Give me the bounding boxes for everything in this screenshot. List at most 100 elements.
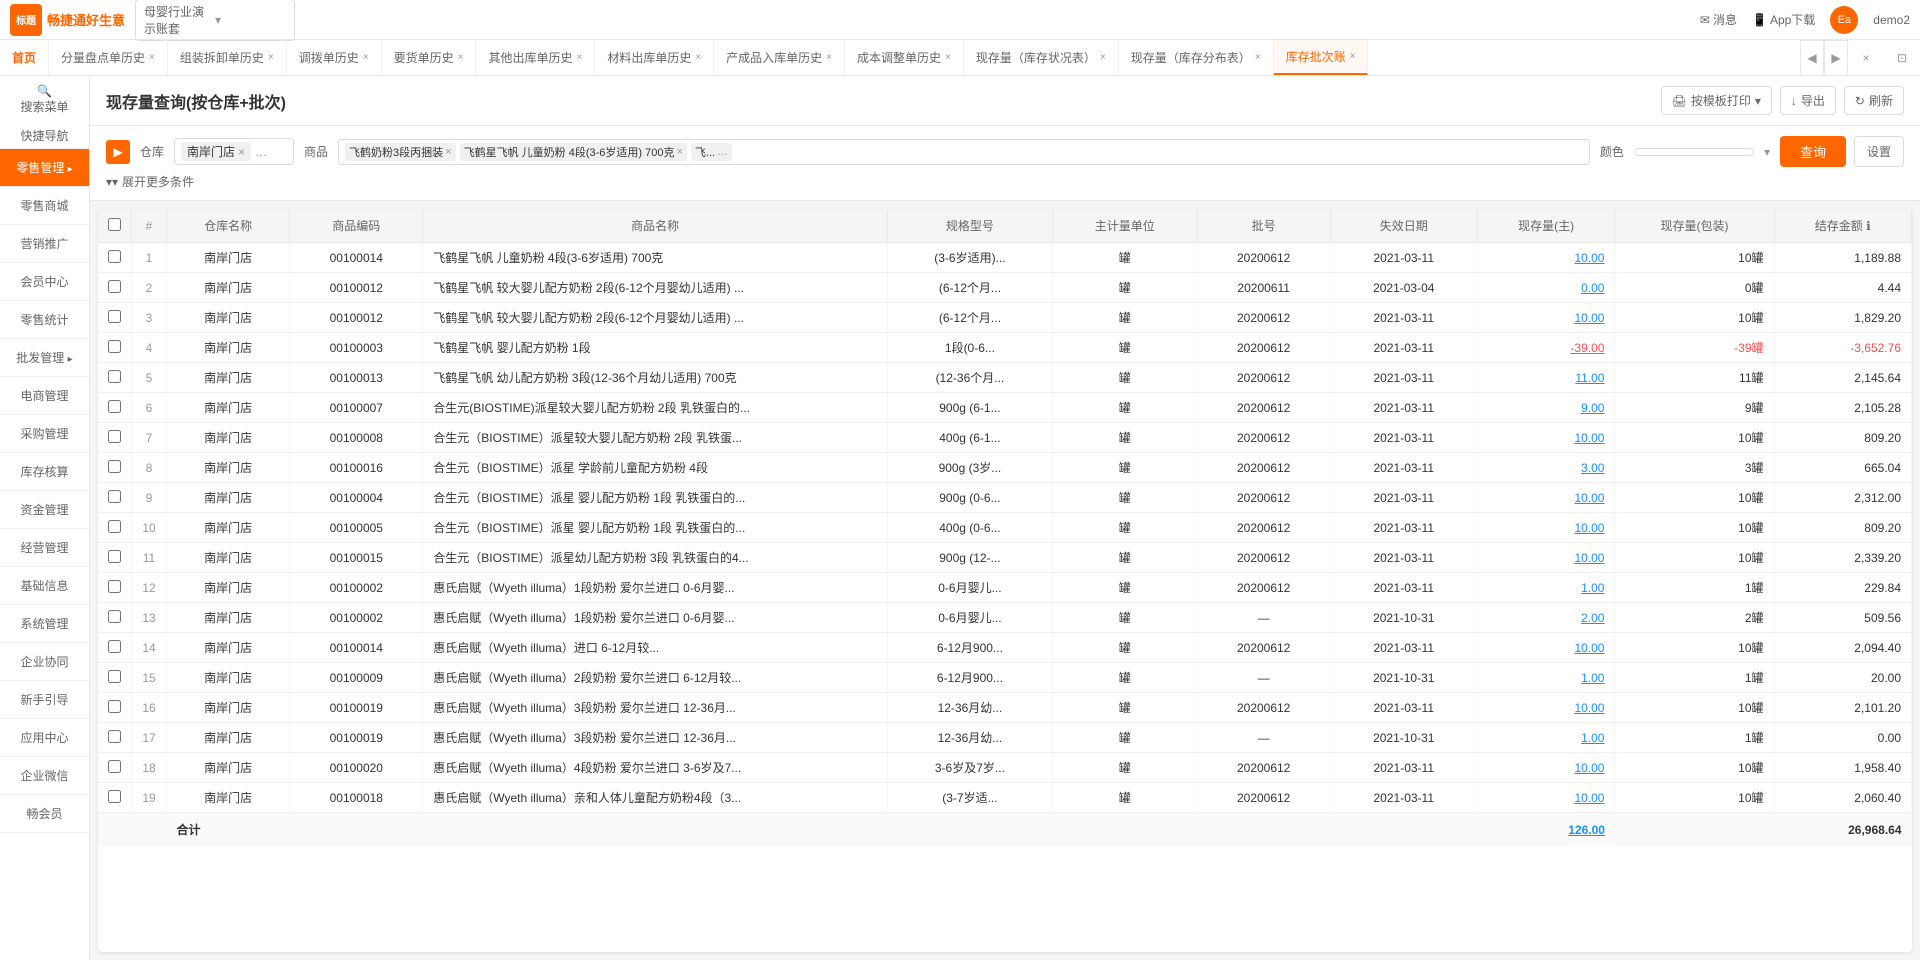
- nav-next-icon[interactable]: ▶: [1824, 40, 1848, 76]
- sidebar-item-retail-shop[interactable]: 零售商城: [0, 187, 89, 225]
- user-avatar[interactable]: Ea: [1830, 6, 1858, 34]
- tab-qitachuku[interactable]: 其他出库单历史 ×: [476, 40, 595, 75]
- setting-button[interactable]: 设置: [1854, 136, 1904, 167]
- row-checkbox[interactable]: [98, 573, 132, 603]
- row-qty-main[interactable]: 11.00: [1477, 363, 1615, 393]
- messages-btn[interactable]: ✉ 消息: [1700, 11, 1737, 28]
- row-checkbox[interactable]: [98, 693, 132, 723]
- template-print-button[interactable]: 🖨 按模板打印 ▾: [1661, 86, 1772, 115]
- tab-chanchengpin[interactable]: 产成品入库单历史 ×: [714, 40, 845, 75]
- row-qty-main[interactable]: 10.00: [1477, 243, 1615, 273]
- row-checkbox[interactable]: [98, 633, 132, 663]
- close-icon[interactable]: ×: [268, 52, 274, 63]
- row-checkbox[interactable]: [98, 423, 132, 453]
- row-checkbox[interactable]: [98, 483, 132, 513]
- row-checkbox[interactable]: [98, 393, 132, 423]
- row-checkbox[interactable]: [98, 543, 132, 573]
- sidebar-item-wholesale[interactable]: 批发管理 ▸: [0, 339, 89, 377]
- sidebar-item-app-center[interactable]: 应用中心: [0, 719, 89, 757]
- sidebar-item-finance[interactable]: 资金管理: [0, 491, 89, 529]
- sidebar-item-sys-mgmt[interactable]: 系统管理: [0, 605, 89, 643]
- color-input[interactable]: [1634, 148, 1754, 156]
- row-qty-main[interactable]: 10.00: [1477, 783, 1615, 813]
- row-qty-main[interactable]: 1.00: [1477, 573, 1615, 603]
- row-qty-main[interactable]: -39.00: [1477, 333, 1615, 363]
- row-checkbox[interactable]: [98, 603, 132, 633]
- tab-fenliangpandian[interactable]: 分量盘点单历史 ×: [49, 40, 168, 75]
- nav-prev-icon[interactable]: ◀: [1800, 40, 1824, 76]
- tab-yaohuo[interactable]: 要货单历史 ×: [382, 40, 477, 75]
- row-qty-main[interactable]: 10.00: [1477, 483, 1615, 513]
- close-icon[interactable]: ×: [363, 52, 369, 63]
- row-checkbox[interactable]: [98, 723, 132, 753]
- tab-xiancunliang1[interactable]: 现存量（库存状况表） ×: [964, 40, 1119, 75]
- close-icon[interactable]: ×: [695, 52, 701, 63]
- row-qty-main[interactable]: 1.00: [1477, 663, 1615, 693]
- store-selector[interactable]: 母婴行业演示账套 ▾: [135, 0, 295, 41]
- row-qty-main[interactable]: 10.00: [1477, 753, 1615, 783]
- tab-xiancunliang2[interactable]: 现存量（库存分布表） ×: [1119, 40, 1274, 75]
- select-all-checkbox[interactable]: [108, 218, 121, 231]
- tab-home[interactable]: 首页: [0, 40, 49, 75]
- row-checkbox[interactable]: [98, 783, 132, 813]
- warehouse-tag-close[interactable]: ×: [238, 145, 245, 159]
- warehouse-more[interactable]: …: [255, 145, 267, 159]
- close-icon[interactable]: ×: [1255, 52, 1261, 63]
- sidebar-item-vip[interactable]: 畅会员: [0, 795, 89, 833]
- color-dropdown-icon[interactable]: ▾: [1764, 145, 1770, 159]
- close-icon[interactable]: ×: [458, 52, 464, 63]
- sidebar-item-wechat[interactable]: 企业微信: [0, 757, 89, 795]
- nav-menu-icon[interactable]: ⊡: [1884, 40, 1920, 76]
- close-icon[interactable]: ×: [826, 52, 832, 63]
- row-qty-main[interactable]: 0.00: [1477, 273, 1615, 303]
- row-qty-main[interactable]: 3.00: [1477, 453, 1615, 483]
- row-qty-main[interactable]: 10.00: [1477, 423, 1615, 453]
- close-icon[interactable]: ×: [149, 52, 155, 63]
- goods-tag-2-close[interactable]: ×: [676, 146, 682, 158]
- goods-filter-box[interactable]: 飞鹤奶粉3段丙捆装 × 飞鹤星飞帆 儿童奶粉 4段(3-6岁适用) 700克 ×…: [338, 139, 1590, 165]
- sidebar-item-basic-info[interactable]: 基础信息: [0, 567, 89, 605]
- tab-diaobo[interactable]: 调拨单历史 ×: [287, 40, 382, 75]
- app-download-btn[interactable]: 📱 App下载: [1752, 11, 1815, 28]
- close-icon[interactable]: ×: [576, 52, 582, 63]
- search-toggle-button[interactable]: ▶: [106, 140, 130, 164]
- export-button[interactable]: ↓ 导出: [1780, 86, 1836, 115]
- goods-tag-1-close[interactable]: ×: [445, 146, 451, 158]
- row-qty-main[interactable]: 9.00: [1477, 393, 1615, 423]
- row-qty-main[interactable]: 10.00: [1477, 693, 1615, 723]
- sidebar-item-enterprise[interactable]: 企业协同: [0, 643, 89, 681]
- close-icon[interactable]: ×: [945, 52, 951, 63]
- row-checkbox[interactable]: [98, 243, 132, 273]
- nav-close-icon[interactable]: ×: [1848, 40, 1884, 76]
- refresh-button[interactable]: ↻ 刷新: [1844, 86, 1904, 115]
- row-checkbox[interactable]: [98, 303, 132, 333]
- sidebar-item-retail-mgmt[interactable]: 零售管理 ▸: [0, 149, 89, 187]
- row-checkbox[interactable]: [98, 273, 132, 303]
- sidebar-item-operations[interactable]: 经营管理: [0, 529, 89, 567]
- row-checkbox[interactable]: [98, 363, 132, 393]
- tab-cailiao[interactable]: 材料出库单历史 ×: [595, 40, 714, 75]
- close-icon[interactable]: ×: [1350, 51, 1356, 62]
- tab-zuzhuang[interactable]: 组装拆卸单历史 ×: [168, 40, 287, 75]
- row-qty-main[interactable]: 10.00: [1477, 303, 1615, 333]
- sidebar-item-members[interactable]: 会员中心: [0, 263, 89, 301]
- row-checkbox[interactable]: [98, 753, 132, 783]
- row-qty-main[interactable]: 10.00: [1477, 633, 1615, 663]
- sidebar-search[interactable]: 🔍 搜索菜单: [0, 76, 89, 123]
- row-checkbox[interactable]: [98, 513, 132, 543]
- sidebar-item-ecommerce[interactable]: 电商管理: [0, 377, 89, 415]
- row-qty-main[interactable]: 10.00: [1477, 513, 1615, 543]
- row-qty-main[interactable]: 1.00: [1477, 723, 1615, 753]
- tab-kucunpici[interactable]: 库存批次账 ×: [1274, 40, 1369, 75]
- sidebar-item-inventory[interactable]: 库存核算: [0, 453, 89, 491]
- sidebar-quick-nav[interactable]: 快捷导航: [0, 123, 89, 149]
- warehouse-filter-box[interactable]: 南岸门店 × …: [174, 138, 294, 165]
- search-button[interactable]: 查询: [1780, 136, 1846, 167]
- row-qty-main[interactable]: 2.00: [1477, 603, 1615, 633]
- row-checkbox[interactable]: [98, 453, 132, 483]
- row-checkbox[interactable]: [98, 663, 132, 693]
- close-icon[interactable]: ×: [1100, 52, 1106, 63]
- sidebar-item-purchase[interactable]: 采购管理: [0, 415, 89, 453]
- col-checkbox[interactable]: [98, 209, 132, 243]
- sidebar-item-marketing[interactable]: 营销推广: [0, 225, 89, 263]
